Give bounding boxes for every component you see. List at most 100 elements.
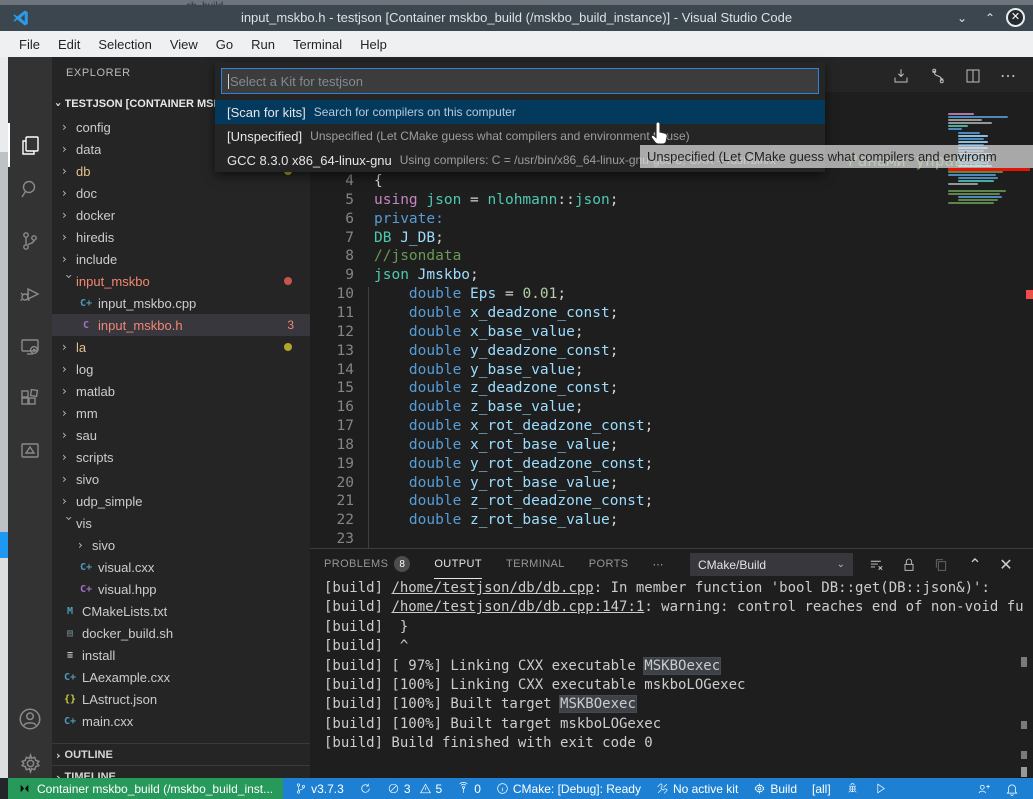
tree-file-install[interactable]: ≡ install xyxy=(52,644,310,666)
chevron-right-icon: › xyxy=(78,538,83,552)
tree-file-CMakeLists.txt[interactable]: M CMakeLists.txt xyxy=(52,600,310,622)
panel-tab-problems[interactable]: PROBLEMS 8 xyxy=(324,549,411,579)
build-button[interactable]: Build xyxy=(753,782,797,796)
tree-file-main.cxx[interactable]: C+ main.cxx xyxy=(52,710,310,732)
panel-tab-output[interactable]: OUTPUT xyxy=(434,549,482,579)
active-kit-item[interactable]: No active kit xyxy=(656,782,738,796)
tree-folder-scripts[interactable]: › scripts xyxy=(52,446,310,468)
launch-target-icon[interactable] xyxy=(874,782,887,795)
git-branch-item[interactable]: v3.7.3 xyxy=(295,782,344,796)
tree-folder-sivo[interactable]: › sivo xyxy=(52,534,310,556)
maximize-panel-icon[interactable]: ⌃ xyxy=(964,554,986,576)
panel-scroll-mark xyxy=(1021,657,1027,667)
split-editor-icon[interactable] xyxy=(962,65,984,87)
menu-item-terminal[interactable]: Terminal xyxy=(284,37,351,52)
menu-item-help[interactable]: Help xyxy=(351,37,396,52)
menu-item-edit[interactable]: Edit xyxy=(49,37,89,52)
tree-folder-hiredis[interactable]: › hiredis xyxy=(52,226,310,248)
file-type-icon: ≡ xyxy=(66,649,74,661)
build-target-item[interactable]: [all] xyxy=(812,782,831,796)
extensions-icon[interactable] xyxy=(8,377,52,421)
tree-item-label: docker_build.sh xyxy=(82,625,174,641)
statusbar-left: v3.7.3 3 5 0 CMake: [Debug]: Ready No ac… xyxy=(283,778,977,799)
mouse-cursor-hand xyxy=(648,121,670,151)
file-type-icon: C xyxy=(82,319,90,331)
tree-item-label: LAexample.cxx xyxy=(82,669,171,685)
timeline-section[interactable]: › TIMELINE xyxy=(52,765,310,778)
tree-folder-vis[interactable]: › vis xyxy=(52,512,310,534)
open-output-in-editor-icon[interactable] xyxy=(930,554,952,576)
sync-icon[interactable] xyxy=(359,782,372,795)
swap-header-source-icon[interactable] xyxy=(927,65,949,87)
tree-folder-doc[interactable]: › doc xyxy=(52,182,310,204)
menu-item-file[interactable]: File xyxy=(10,37,49,52)
tree-folder-la[interactable]: › la xyxy=(52,336,310,358)
menu-item-selection[interactable]: Selection xyxy=(89,37,160,52)
close-button[interactable]: ✕ xyxy=(1006,8,1025,27)
tree-item-label: log xyxy=(76,361,94,377)
tree-file-visual.hpp[interactable]: C+ visual.hpp xyxy=(52,578,310,600)
file-type-icon: ▤ xyxy=(66,627,74,639)
outline-section[interactable]: › OUTLINE xyxy=(52,743,310,766)
tree-file-LAexample.cxx[interactable]: C+ LAexample.cxx xyxy=(52,666,310,688)
remote-explorer-icon[interactable] xyxy=(8,325,52,369)
chevron-right-icon: › xyxy=(56,770,61,779)
feedback-icon[interactable] xyxy=(977,782,991,796)
close-panel-icon[interactable]: ✕ xyxy=(995,554,1017,576)
cmake-status-item[interactable]: CMake: [Debug]: Ready xyxy=(496,782,641,796)
maximize-button[interactable]: ⌃ xyxy=(980,9,1000,27)
tree-folder-docker[interactable]: › docker xyxy=(52,204,310,226)
clear-output-icon[interactable] xyxy=(865,554,887,576)
run-debug-icon[interactable] xyxy=(8,272,52,316)
ports-item[interactable]: 0 xyxy=(457,782,481,796)
tree-item-label: scripts xyxy=(76,449,114,465)
quickpick-item-0[interactable]: [Scan for kits] Search for compilers on t… xyxy=(215,100,825,124)
search-icon[interactable] xyxy=(8,167,52,211)
panel-tab-ports[interactable]: PORTS xyxy=(589,549,629,579)
run-install-icon[interactable] xyxy=(890,65,912,87)
line-number: 15 xyxy=(336,380,354,397)
account-icon[interactable] xyxy=(8,697,52,741)
tree-folder-udp_simple[interactable]: › udp_simple xyxy=(52,490,310,512)
chevron-right-icon: › xyxy=(62,472,67,486)
line-number: 17 xyxy=(336,418,354,435)
tree-file-visual.cxx[interactable]: C+ visual.cxx xyxy=(52,556,310,578)
code-line: 13 double y_deadzone_const; xyxy=(310,342,1033,361)
menu-item-run[interactable]: Run xyxy=(242,37,284,52)
quickpick-input[interactable]: Select a Kit for testjson xyxy=(221,68,819,94)
file-type-icon: C+ xyxy=(63,671,77,683)
output-line: [build] /home/testjson/db/db.cpp: In mem… xyxy=(324,580,990,596)
panel-tab-⋯[interactable]: ⋯ xyxy=(653,549,664,579)
tree-folder-input_mskbo[interactable]: › input_mskbo xyxy=(52,270,310,292)
tree-folder-matlab[interactable]: › matlab xyxy=(52,380,310,402)
lock-autoscroll-icon[interactable] xyxy=(898,554,920,576)
tree-folder-log[interactable]: › log xyxy=(52,358,310,380)
remote-indicator[interactable]: Container mskbo_build (/mskbo_build_inst… xyxy=(8,778,284,799)
output-line: [build] } xyxy=(324,618,409,635)
tree-file-input_mskbo.h[interactable]: Cinput_mskbo.h 3 xyxy=(52,314,310,336)
menu-item-go[interactable]: Go xyxy=(207,37,242,52)
code-line: 5 using json = nlohmann::json; xyxy=(310,191,1033,210)
tree-folder-sau[interactable]: › sau xyxy=(52,424,310,446)
tree-file-input_mskbo.cpp[interactable]: C+ input_mskbo.cpp xyxy=(52,292,310,314)
code-line: 12 double x_base_value; xyxy=(310,323,1033,342)
file-link[interactable]: /home/testjson/db/db.cpp:147:1 xyxy=(391,599,644,615)
menu-item-view[interactable]: View xyxy=(161,37,207,52)
tree-file-docker_build.sh[interactable]: ▤ docker_build.sh xyxy=(52,622,310,644)
tree-folder-include[interactable]: › include xyxy=(52,248,310,270)
problems-item[interactable]: 3 5 xyxy=(387,782,442,796)
output-channel-select[interactable]: CMake/Build ⌄ xyxy=(690,553,853,576)
tree-folder-mm[interactable]: › mm xyxy=(52,402,310,424)
debug-target-icon[interactable] xyxy=(846,782,859,795)
code-line: 6 private: xyxy=(310,210,1033,229)
explorer-icon[interactable] xyxy=(8,123,52,167)
cmake-tools-icon[interactable] xyxy=(8,429,52,473)
minimize-button[interactable]: ⌄ xyxy=(952,9,972,27)
tree-file-LAstruct.json[interactable]: {} LAstruct.json xyxy=(52,688,310,710)
panel-tab-terminal[interactable]: TERMINAL xyxy=(506,549,565,579)
source-control-icon[interactable] xyxy=(8,219,52,263)
notifications-bell-icon[interactable] xyxy=(1005,782,1019,796)
more-actions-icon[interactable]: ⋯ xyxy=(997,65,1019,87)
tree-folder-sivo[interactable]: › sivo xyxy=(52,468,310,490)
file-link[interactable]: /home/testjson/db/db.cpp xyxy=(391,580,593,596)
